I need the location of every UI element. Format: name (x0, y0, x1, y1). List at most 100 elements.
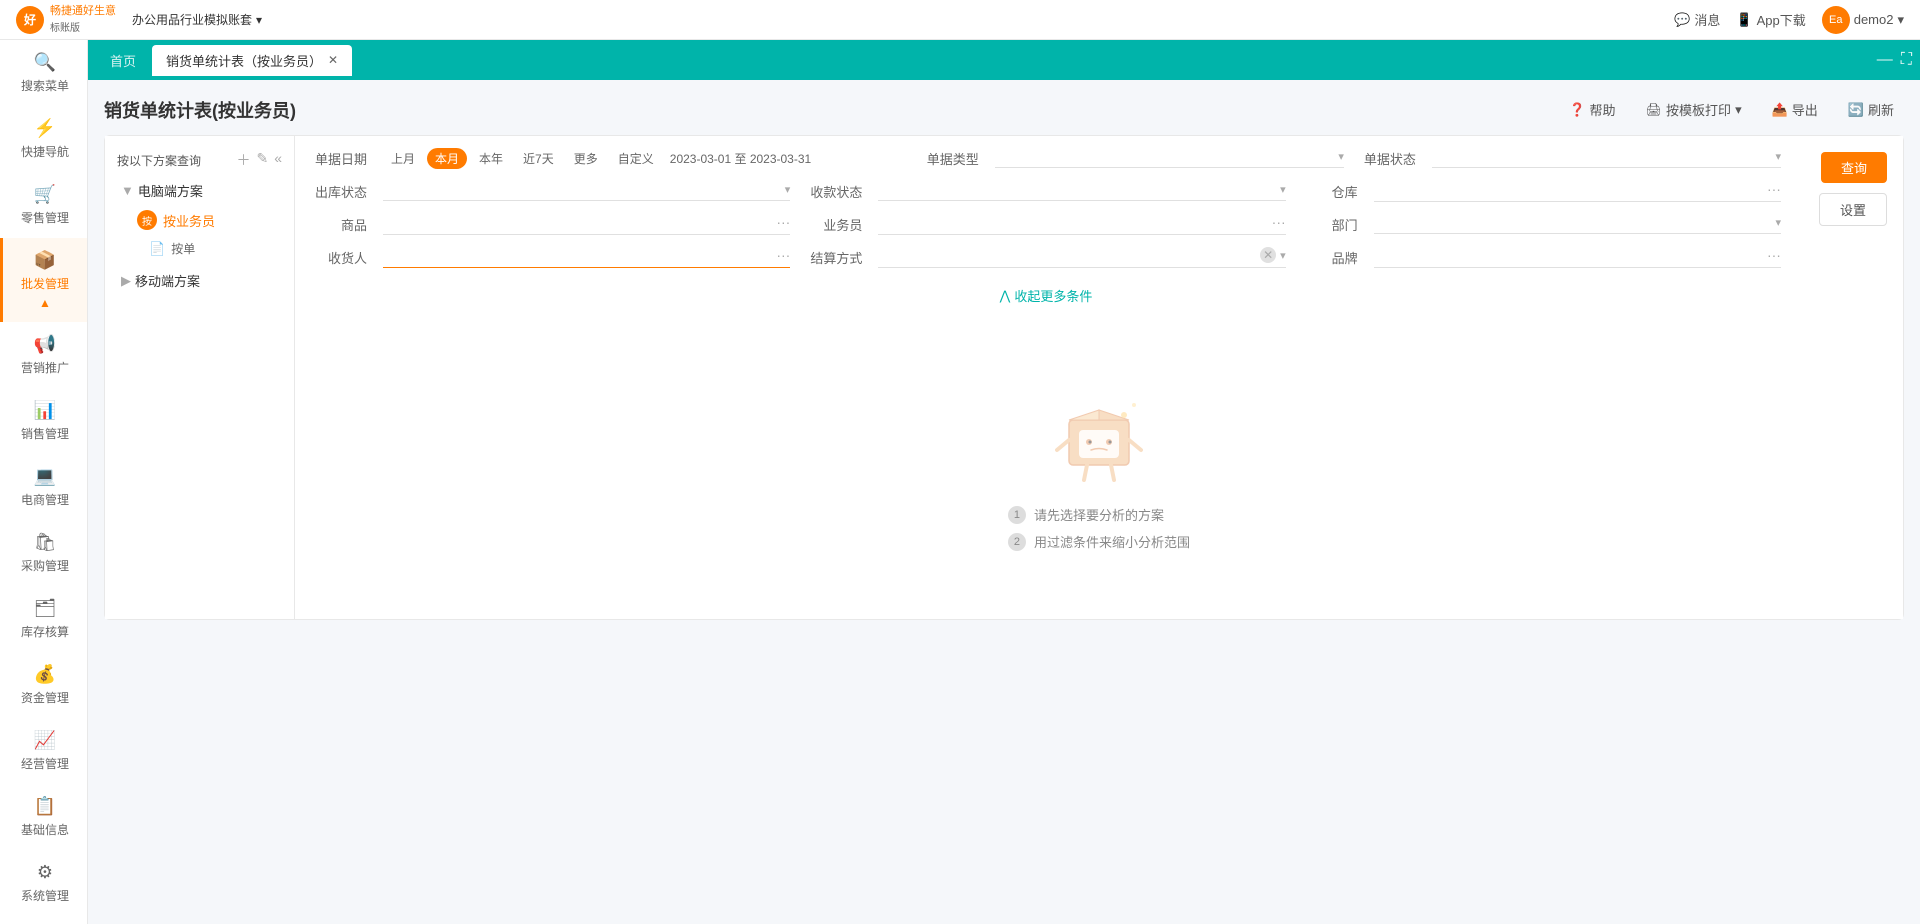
edit-scheme-icon[interactable]: ✎ (256, 150, 268, 170)
help-button[interactable]: ❓ 帮助 (1559, 96, 1625, 123)
more-btn[interactable]: 更多 (566, 148, 606, 169)
chevron-down-icon: ▾ (256, 13, 262, 27)
messages-button[interactable]: 💬 消息 (1674, 10, 1720, 29)
scheme-group-pc-header[interactable]: ▼ 电脑端方案 (113, 176, 294, 205)
scheme-group-mobile-header[interactable]: ▶ 移动端方案 (113, 266, 294, 295)
shortcuts-icon: ⚡ (34, 118, 56, 139)
warehouse-field[interactable]: ··· (1374, 181, 1781, 202)
logo-subtitle: 标账版 (50, 19, 116, 34)
sidebar-item-sales[interactable]: 📊 销售管理 (0, 388, 87, 454)
sidebar-label-retail: 零售管理 (21, 209, 69, 226)
date-range: 2023-03-01 至 2023-03-31 (670, 150, 811, 167)
brand-field[interactable]: ··· (1374, 247, 1781, 268)
ecommerce-icon: 💻 (34, 466, 56, 487)
custom-btn[interactable]: 自定义 (610, 148, 662, 169)
sidebar-item-shortcuts[interactable]: ⚡ 快捷导航 (0, 106, 87, 172)
export-button[interactable]: 📤 导出 (1762, 96, 1828, 123)
query-panel: 单据日期 上月 本月 本年 近7天 更多 自定义 (295, 136, 1903, 323)
sidebar-label-finance: 资金管理 (21, 689, 69, 706)
sidebar-item-inventory[interactable]: 🗂 库存核算 (0, 586, 87, 652)
add-scheme-icon[interactable]: ＋ (236, 150, 250, 170)
refresh-button[interactable]: 🔄 刷新 (1838, 96, 1904, 123)
left-panel-actions: ＋ ✎ « (236, 150, 282, 170)
filter-row-4: 收货人 ··· 结算方式 ✕ ▾ (311, 247, 1781, 268)
sidebar-label-wholesale: 批发管理 (21, 275, 69, 292)
sidebar-label-inventory: 库存核算 (21, 623, 69, 640)
this-year-btn[interactable]: 本年 (471, 148, 511, 169)
app-name: 办公用品行业模拟账套 (132, 11, 252, 28)
sidebar-label-ecommerce: 电商管理 (21, 491, 69, 508)
doc-type-field[interactable]: ▾ (995, 150, 1344, 168)
salesperson-field[interactable]: ··· (878, 214, 1285, 235)
empty-step-1: 1 请先选择要分析的方案 (1008, 505, 1190, 524)
sidebar-item-finance[interactable]: 💰 资金管理 (0, 652, 87, 718)
avatar: Ea (1822, 6, 1850, 34)
recipient-field[interactable]: ··· (383, 247, 790, 268)
out-status-field[interactable]: ▾ (383, 183, 790, 201)
goods-field[interactable]: ··· (383, 214, 790, 235)
scheme-item-salesperson-label: 按业务员 (163, 211, 215, 230)
sidebar-item-enterprise[interactable]: 🤝 企业协同 (0, 916, 87, 924)
print-chevron-icon: ▾ (1735, 102, 1742, 118)
last-month-btn[interactable]: 上月 (383, 148, 423, 169)
sidebar-item-basics[interactable]: 📋 基础信息 (0, 784, 87, 850)
main-container: 按以下方案查询 ＋ ✎ « ▼ 电脑端方案 (104, 135, 1904, 620)
doc-type-label: 单据类型 (923, 149, 979, 168)
scheme-group-pc: ▼ 电脑端方案 按 按业务员 📄 按单 (113, 176, 294, 262)
sidebar-item-purchase[interactable]: 🛍 采购管理 (0, 520, 87, 586)
settlement-field[interactable]: ✕ ▾ (878, 247, 1285, 268)
out-status-arrow-icon: ▾ (785, 183, 791, 196)
sidebar-label-purchase: 采购管理 (21, 557, 69, 574)
collapse-row: ⋀ 收起更多条件 (311, 280, 1781, 311)
settlement-clear-icon[interactable]: ✕ (1260, 247, 1276, 263)
settings-button[interactable]: 设置 (1819, 193, 1887, 226)
tab-minimize-icon[interactable]: — (1877, 51, 1893, 69)
query-button[interactable]: 查询 (1821, 152, 1887, 183)
topbar-left: 好 畅捷通好生意 标账版 办公用品行业模拟账套 ▾ (16, 5, 270, 33)
help-icon: ❓ (1569, 102, 1585, 118)
sidebar-item-search[interactable]: 🔍 搜索菜单 (0, 40, 87, 106)
filter-left: 单据日期 上月 本月 本年 近7天 更多 自定义 (311, 148, 1781, 311)
tab-close-icon[interactable]: ✕ (328, 53, 338, 67)
download-icon: 📱 (1736, 12, 1752, 28)
recipient-input[interactable] (383, 248, 772, 263)
step-2-text: 用过滤条件来缩小分析范围 (1034, 532, 1190, 551)
app-download-button[interactable]: 📱 App下载 (1736, 10, 1805, 29)
sidebar-item-operations[interactable]: 📈 经营管理 (0, 718, 87, 784)
app-selector[interactable]: 办公用品行业模拟账套 ▾ (124, 11, 270, 28)
sidebar-item-ecommerce[interactable]: 💻 电商管理 (0, 454, 87, 520)
print-button[interactable]: 🖨 按模板打印 ▾ (1636, 96, 1752, 123)
sidebar-item-retail[interactable]: 🛒 零售管理 (0, 172, 87, 238)
message-icon: 💬 (1674, 12, 1690, 28)
scheme-sub-item-by-order[interactable]: 📄 按单 (113, 235, 294, 262)
scheme-item-by-salesperson[interactable]: 按 按业务员 (113, 205, 294, 235)
step-1-num: 1 (1008, 506, 1026, 524)
order-icon: 📄 (149, 241, 165, 257)
collection-status-arrow-icon: ▾ (1280, 183, 1286, 196)
topbar-right: 💬 消息 📱 App下载 Ea demo2 ▾ (1674, 6, 1904, 34)
doc-status-field[interactable]: ▾ (1432, 150, 1781, 168)
sidebar-item-system[interactable]: ⚙ 系统管理 (0, 850, 87, 916)
tab-expand-icon[interactable]: ⛶ (1901, 51, 1912, 69)
tab-sales-stat[interactable]: 销货单统计表（按业务员） ✕ (152, 45, 352, 76)
last7days-btn[interactable]: 近7天 (515, 148, 562, 169)
sales-icon: 📊 (34, 400, 56, 421)
filter-row-3: 商品 ··· 业务员 ··· (311, 214, 1781, 235)
recipient-label: 收货人 (311, 248, 367, 267)
filter-row-2: 出库状态 ▾ 收款状态 ▾ (311, 181, 1781, 202)
collapse-button[interactable]: ⋀ 收起更多条件 (994, 280, 1099, 311)
sidebar-item-wholesale[interactable]: 📦 批发管理 ▲ (0, 238, 87, 322)
settlement-label: 结算方式 (806, 248, 862, 267)
sidebar-label-operations: 经营管理 (21, 755, 69, 772)
collapse-panel-icon[interactable]: « (274, 150, 282, 170)
this-month-btn[interactable]: 本月 (427, 148, 467, 169)
expand-icon: ▲ (39, 296, 51, 310)
department-field[interactable]: ▾ (1374, 216, 1781, 234)
tab-home[interactable]: 首页 (96, 45, 150, 76)
user-avatar-area[interactable]: Ea demo2 ▾ (1822, 6, 1904, 34)
step-1-text: 请先选择要分析的方案 (1034, 505, 1164, 524)
brand-label: 品牌 (1302, 248, 1358, 267)
chevron-right-icon: ▶ (121, 273, 131, 289)
collection-status-field[interactable]: ▾ (878, 183, 1285, 201)
sidebar-item-marketing[interactable]: 📢 营销推广 (0, 322, 87, 388)
